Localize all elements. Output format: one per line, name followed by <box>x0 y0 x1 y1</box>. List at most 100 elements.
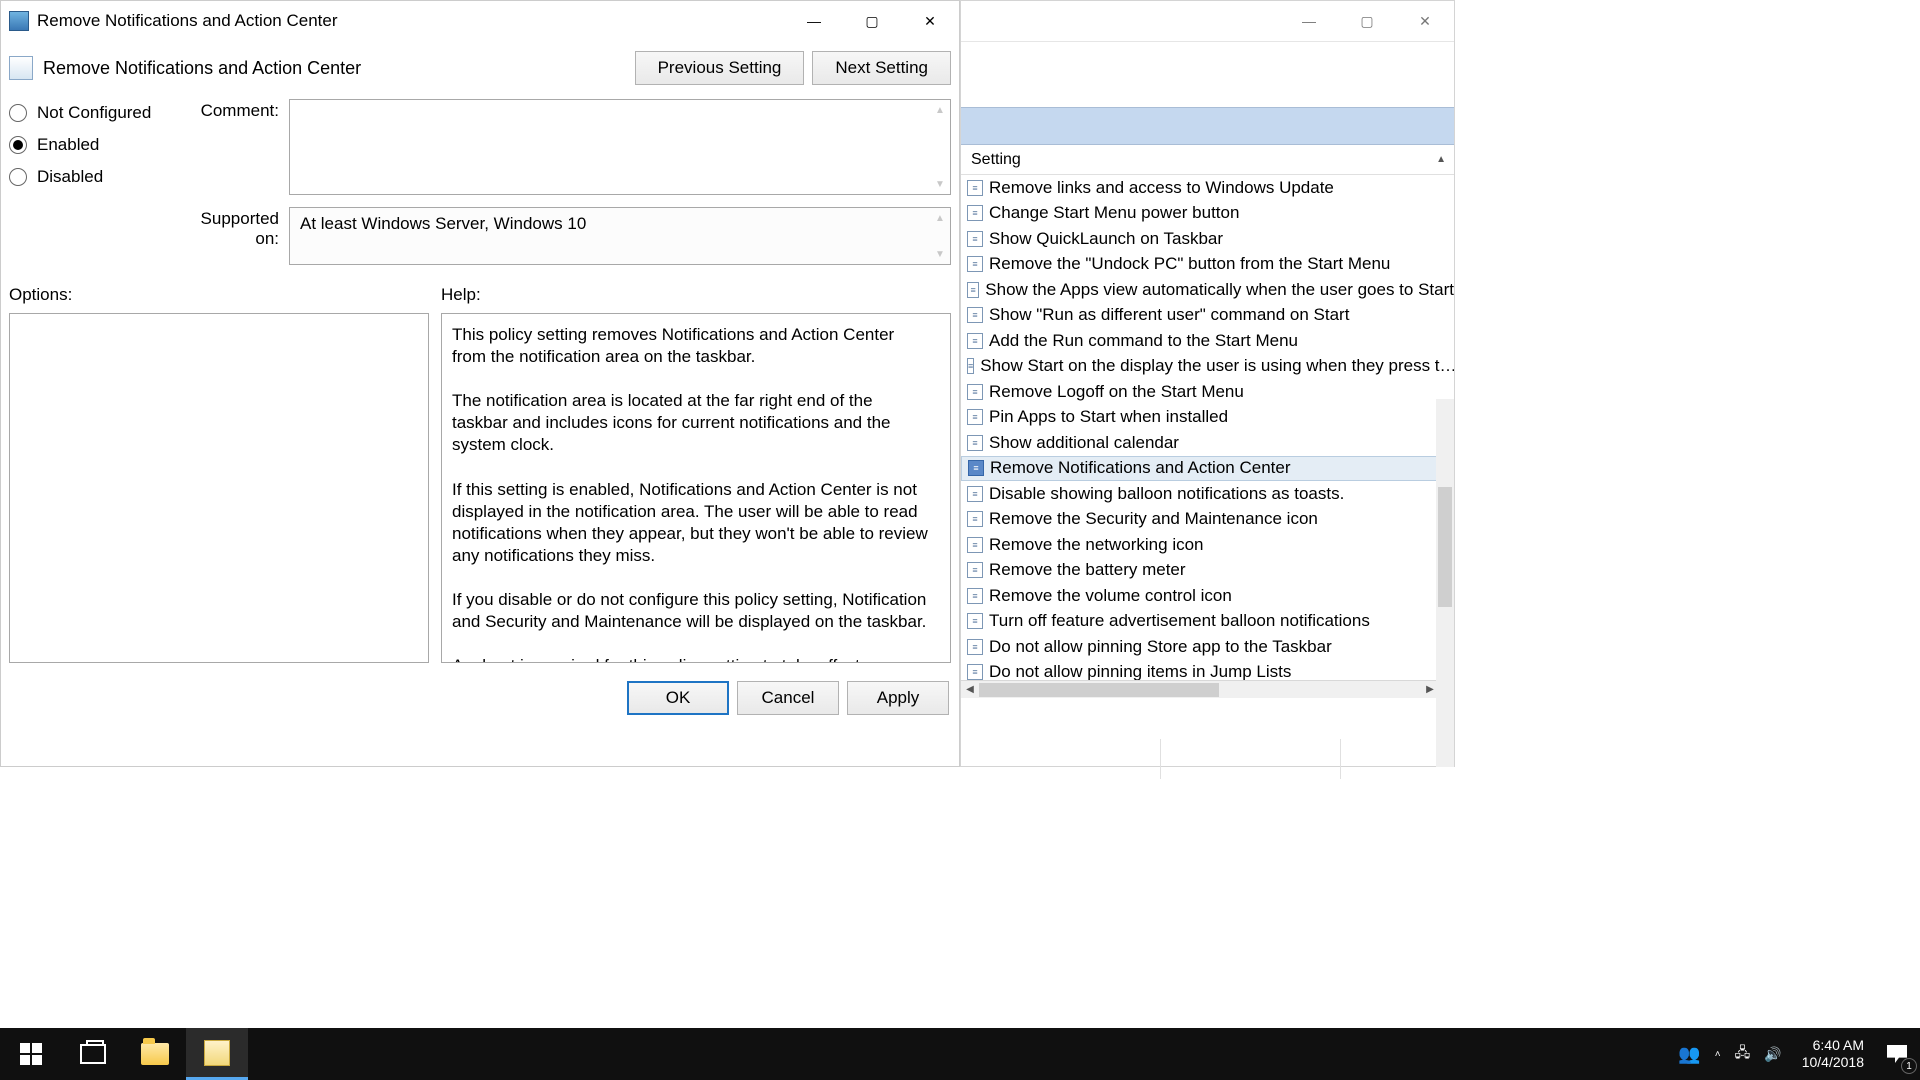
policy-item-icon: ≡ <box>968 460 984 476</box>
policy-heading-icon <box>9 56 33 80</box>
policy-item-icon: ≡ <box>967 384 983 400</box>
policy-item-icon: ≡ <box>967 486 983 502</box>
radio-not-configured[interactable]: Not Configured <box>9 103 175 123</box>
minimize-button[interactable]: — <box>785 1 843 41</box>
ok-button[interactable]: OK <box>627 681 729 715</box>
bg-list-item[interactable]: ≡ Remove the Security and Maintenance ico… <box>961 507 1454 533</box>
apply-button[interactable]: Apply <box>847 681 949 715</box>
dialog-heading: Remove Notifications and Action Center <box>43 58 627 79</box>
radio-disabled[interactable]: Disabled <box>9 167 175 187</box>
action-center-button[interactable]: 1 <box>1874 1028 1920 1080</box>
bg-minimize-button[interactable]: — <box>1280 1 1338 41</box>
chevron-up-icon: ▲ <box>1436 154 1446 165</box>
bg-list-item[interactable]: ≡ Show additional calendar <box>961 430 1454 456</box>
radio-enabled[interactable]: Enabled <box>9 135 175 155</box>
policy-item-icon: ≡ <box>967 358 974 374</box>
radio-icon-selected <box>9 136 27 154</box>
network-icon[interactable]: 🖧 <box>1735 1042 1751 1066</box>
maximize-button[interactable]: ▢ <box>843 1 901 41</box>
radio-icon <box>9 104 27 122</box>
policy-item-icon: ≡ <box>967 511 983 527</box>
bg-horizontal-scrollbar[interactable]: ◀ ▶ <box>961 680 1454 698</box>
policy-item-icon: ≡ <box>967 307 983 323</box>
background-gpedit-window: — ▢ ✕ Setting ▲ ≡Remove links and access… <box>960 0 1455 767</box>
bg-list-item-label: Do not allow pinning items in Jump Lists <box>989 662 1291 680</box>
bg-column-header-setting[interactable]: Setting ▲ <box>961 145 1454 175</box>
bg-list-item[interactable]: ≡ Remove Notifications and Action Center <box>961 456 1454 482</box>
bg-close-button[interactable]: ✕ <box>1396 1 1454 41</box>
bg-list-item-label: Disable showing balloon notifications as… <box>989 484 1344 504</box>
scroll-up-icon[interactable]: ▲ <box>932 102 948 118</box>
bg-list-item-label: Do not allow pinning Store app to the Ta… <box>989 637 1332 657</box>
notification-badge: 1 <box>1901 1058 1917 1074</box>
policy-item-icon: ≡ <box>967 205 983 221</box>
bg-list-item[interactable]: ≡Show "Run as different user" command on… <box>961 303 1454 329</box>
folder-icon <box>141 1043 169 1065</box>
bg-list-item[interactable]: ≡Pin Apps to Start when installed <box>961 405 1454 431</box>
scroll-up-icon: ▲ <box>932 210 948 226</box>
radio-label: Disabled <box>37 167 103 187</box>
taskbar-time: 6:40 AM <box>1802 1037 1864 1054</box>
bg-list-item[interactable]: ≡Remove links and access to Windows Upda… <box>961 175 1454 201</box>
bg-list-item[interactable]: ≡Remove the "Undock PC" button from the … <box>961 252 1454 278</box>
bg-list-item[interactable]: ≡Turn off feature advertisement balloon … <box>961 609 1454 635</box>
bg-list-item[interactable]: ≡ Disable showing balloon notifications a… <box>961 481 1454 507</box>
dialog-titlebar[interactable]: Remove Notifications and Action Center —… <box>1 1 959 41</box>
bg-list-item-label: Remove Notifications and Action Center <box>990 458 1291 478</box>
bg-list-item[interactable]: ≡Do not allow pinning Store app to the T… <box>961 634 1454 660</box>
policy-item-icon: ≡ <box>967 180 983 196</box>
file-explorer-button[interactable] <box>124 1028 186 1080</box>
bg-maximize-button[interactable]: ▢ <box>1338 1 1396 41</box>
options-panel: Options: <box>9 285 429 663</box>
start-button[interactable] <box>0 1028 62 1080</box>
bg-list-item-label: Remove the Security and Maintenance icon <box>989 509 1318 529</box>
hscroll-thumb[interactable] <box>979 683 1219 697</box>
policy-item-icon: ≡ <box>967 231 983 247</box>
taskbar-clock[interactable]: 6:40 AM 10/4/2018 <box>1792 1037 1874 1071</box>
help-label: Help: <box>441 285 951 305</box>
cancel-button[interactable]: Cancel <box>737 681 839 715</box>
bg-vertical-scrollbar[interactable] <box>1436 399 1454 819</box>
help-text-box[interactable]: This policy setting removes Notification… <box>441 313 951 663</box>
tray-overflow-icon[interactable]: ˄ <box>1715 1049 1721 1060</box>
bg-list-item[interactable]: ≡ Show Start on the display the user is u… <box>961 354 1454 380</box>
bg-list-item-label: Remove the battery meter <box>989 560 1186 580</box>
bg-list-item[interactable]: ≡Change Start Menu power button <box>961 201 1454 227</box>
bg-toolbar-area <box>961 41 1454 107</box>
previous-setting-button[interactable]: Previous Setting <box>635 51 805 85</box>
options-label: Options: <box>9 285 429 305</box>
options-help-row: Options: Help: This policy setting remov… <box>1 285 959 663</box>
bg-list-item[interactable]: ≡Remove the volume control icon <box>961 583 1454 609</box>
scroll-down-icon[interactable]: ▼ <box>932 176 948 192</box>
bg-list-item[interactable]: ≡Show QuickLaunch on Taskbar <box>961 226 1454 252</box>
policy-item-icon: ≡ <box>967 664 983 680</box>
radio-label: Enabled <box>37 135 99 155</box>
volume-icon[interactable]: 🔊 <box>1764 1046 1781 1063</box>
policy-item-icon: ≡ <box>967 435 983 451</box>
taskbar[interactable]: 👥 ˄ 🖧 🔊 6:40 AM 10/4/2018 1 <box>0 1028 1920 1080</box>
scroll-down-icon: ▼ <box>932 246 948 262</box>
next-setting-button[interactable]: Next Setting <box>812 51 951 85</box>
close-button[interactable]: ✕ <box>901 1 959 41</box>
task-view-button[interactable] <box>62 1028 124 1080</box>
windows-logo-icon <box>20 1043 42 1065</box>
gpedit-taskbar-button[interactable] <box>186 1028 248 1080</box>
bg-list-item[interactable]: ≡Remove the battery meter <box>961 558 1454 584</box>
bg-list-item[interactable]: ≡Show the Apps view automatically when t… <box>961 277 1454 303</box>
help-panel: Help: This policy setting removes Notifi… <box>441 285 951 663</box>
bg-list-item-label: Show additional calendar <box>989 433 1179 453</box>
radio-label: Not Configured <box>37 103 151 123</box>
bg-list-item-label: Show Start on the display the user is us… <box>980 356 1454 376</box>
bg-list-item-label: Turn off feature advertisement balloon n… <box>989 611 1370 631</box>
bg-list-item[interactable]: ≡ Do not allow pinning items in Jump List… <box>961 660 1454 681</box>
bg-list-item-label: Show the Apps view automatically when th… <box>985 280 1454 300</box>
bg-list-item[interactable]: ≡Remove Logoff on the Start Menu <box>961 379 1454 405</box>
bg-settings-list[interactable]: ≡Remove links and access to Windows Upda… <box>961 175 1454 680</box>
bg-list-item[interactable]: ≡Remove the networking icon <box>961 532 1454 558</box>
scroll-left-icon[interactable]: ◀ <box>961 684 979 695</box>
bg-selected-node-row <box>961 107 1454 145</box>
bg-list-item[interactable]: ≡Add the Run command to the Start Menu <box>961 328 1454 354</box>
people-icon[interactable]: 👥 <box>1678 1044 1700 1065</box>
comment-textarea[interactable]: ▲ ▼ <box>289 99 951 195</box>
vscroll-thumb[interactable] <box>1438 487 1452 607</box>
